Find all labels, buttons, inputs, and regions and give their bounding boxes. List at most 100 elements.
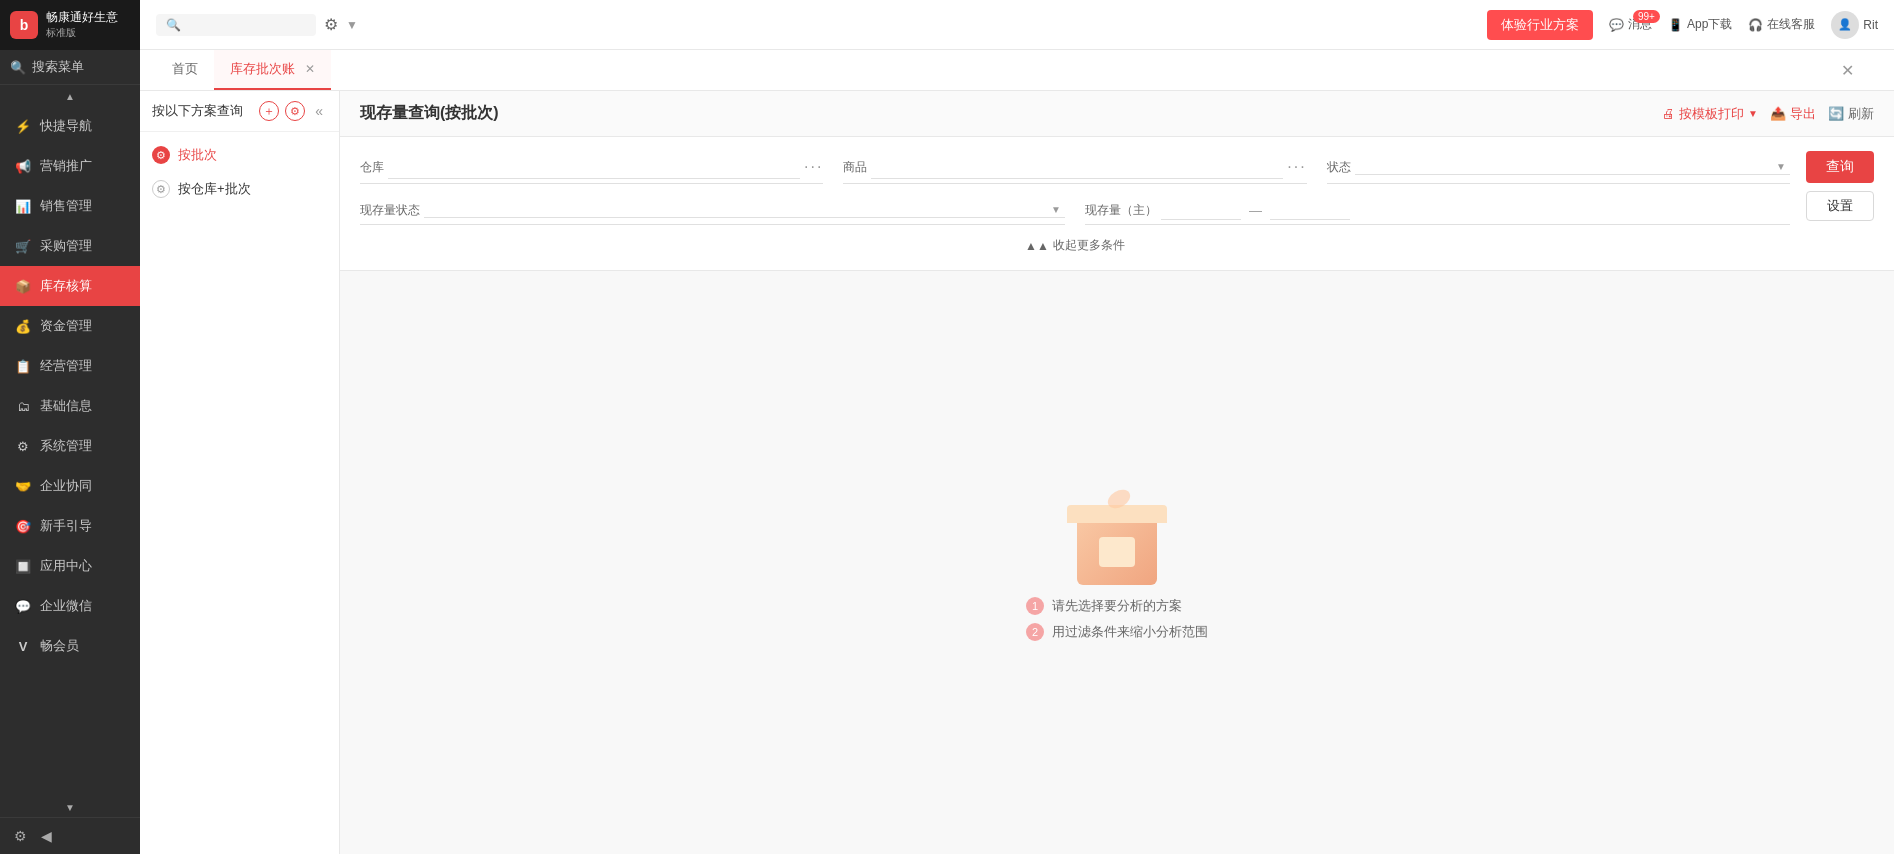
tab-close-icon[interactable]: ✕ xyxy=(305,62,315,76)
quick-nav-icon: ⚡ xyxy=(14,117,32,135)
tab-label: 库存批次账 xyxy=(230,61,295,76)
empty-hint-1: 1 请先选择要分析的方案 xyxy=(1026,597,1208,615)
add-scheme-icon[interactable]: ＋ xyxy=(259,101,279,121)
sidebar-item-newbie[interactable]: 🎯 新手引导 xyxy=(0,506,140,546)
sidebar-item-system[interactable]: ⚙ 系统管理 xyxy=(0,426,140,466)
main-area: 🔍 ⚙ ▼ 体验行业方案 💬 消息 99+ 📱 App下载 🎧 在线客服 xyxy=(140,0,1894,854)
app-download-icon: 📱 xyxy=(1668,18,1683,32)
settings-scheme-icon[interactable]: ⚙ xyxy=(285,101,305,121)
sidebar-item-operation[interactable]: 📋 经营管理 xyxy=(0,346,140,386)
hint-num-1: 1 xyxy=(1026,597,1044,615)
avatar: 👤 xyxy=(1831,11,1859,39)
operation-icon: 📋 xyxy=(14,357,32,375)
topbar-search[interactable]: 🔍 xyxy=(156,14,316,36)
filter-area: 仓库 ··· 商品 ··· xyxy=(340,137,1894,271)
scheme-item-label: 按批次 xyxy=(178,146,217,164)
topbar-search-icon: 🔍 xyxy=(166,18,181,32)
query-button[interactable]: 查询 xyxy=(1806,151,1874,183)
online-service-item[interactable]: 🎧 在线客服 xyxy=(1748,16,1815,33)
sidebar-item-label: 应用中心 xyxy=(40,557,92,575)
sidebar-item-label: 基础信息 xyxy=(40,397,92,415)
filter-row-1: 仓库 ··· 商品 ··· xyxy=(360,151,1790,184)
topbar-actions: 体验行业方案 💬 消息 99+ 📱 App下载 🎧 在线客服 👤 Rit xyxy=(1487,10,1878,40)
stock-status-select[interactable]: ▼ xyxy=(424,202,1065,218)
export-button[interactable]: 📤 导出 xyxy=(1770,105,1816,123)
page-content: 按以下方案查询 ＋ ⚙ « ⚙ 按批次 ⚙ 按仓库+批次 xyxy=(140,91,1894,854)
status-select[interactable]: ▼ xyxy=(1355,159,1790,175)
filter-goods: 商品 ··· xyxy=(843,151,1306,184)
user-name: Rit xyxy=(1863,18,1878,32)
tab-home[interactable]: 首页 xyxy=(156,50,214,90)
trial-button[interactable]: 体验行业方案 xyxy=(1487,10,1593,40)
headset-icon: 🎧 xyxy=(1748,18,1763,32)
apps-icon: 🔲 xyxy=(14,557,32,575)
online-service-label: 在线客服 xyxy=(1767,16,1815,33)
sidebar-item-inventory[interactable]: 📦 库存核算 xyxy=(0,266,140,306)
sidebar-scroll-up[interactable]: ▲ xyxy=(0,85,140,106)
hint-text-2: 用过滤条件来缩小分析范围 xyxy=(1052,623,1208,641)
sidebar-item-quick-nav[interactable]: ⚡ 快捷导航 xyxy=(0,106,140,146)
finance-icon: 💰 xyxy=(14,317,32,335)
stock-status-arrow-icon: ▼ xyxy=(1051,204,1061,215)
print-label: 按模板打印 xyxy=(1679,105,1744,123)
stock-main-label: 现存量（主） xyxy=(1085,202,1157,219)
sidebar: b 畅康通好生意 标准版 🔍 搜索菜单 ▲ ⚡ 快捷导航 📢 营销推广 📊 销售… xyxy=(0,0,140,854)
sidebar-search[interactable]: 🔍 搜索菜单 xyxy=(0,50,140,85)
scheme-header-actions: ＋ ⚙ « xyxy=(259,101,327,121)
sidebar-scroll-down[interactable]: ▼ xyxy=(0,796,140,817)
user-item[interactable]: 👤 Rit xyxy=(1831,11,1878,39)
app-download-item[interactable]: 📱 App下载 xyxy=(1668,16,1732,33)
warehouse-label: 仓库 xyxy=(360,159,384,176)
settings-button[interactable]: 设置 xyxy=(1806,191,1874,221)
warehouse-more-icon[interactable]: ··· xyxy=(804,158,823,176)
sidebar-item-collab[interactable]: 🤝 企业协同 xyxy=(0,466,140,506)
status-arrow-icon: ▼ xyxy=(1776,161,1786,172)
app-version: 标准版 xyxy=(46,26,118,40)
chevron-down-icon[interactable]: ▼ xyxy=(346,18,358,32)
empty-box-face xyxy=(1099,537,1135,567)
sidebar-item-label: 营销推广 xyxy=(40,157,92,175)
stock-main-min-input[interactable] xyxy=(1161,200,1241,220)
refresh-button[interactable]: 🔄 刷新 xyxy=(1828,105,1874,123)
tab-close-global-icon[interactable]: ✕ xyxy=(1841,61,1854,80)
sidebar-item-label: 新手引导 xyxy=(40,517,92,535)
filter-stock-main: 现存量（主） — xyxy=(1085,196,1790,225)
filter-content: 仓库 ··· 商品 ··· xyxy=(360,151,1874,260)
topbar: 🔍 ⚙ ▼ 体验行业方案 💬 消息 99+ 📱 App下载 🎧 在线客服 xyxy=(140,0,1894,50)
footer-settings-icon[interactable]: ⚙ xyxy=(14,828,27,844)
print-button[interactable]: 🖨 按模板打印 ▼ xyxy=(1662,105,1758,123)
footer-collapse-icon[interactable]: ◀ xyxy=(41,828,52,844)
goods-input[interactable] xyxy=(871,155,1283,179)
refresh-icon: 🔄 xyxy=(1828,106,1844,121)
settings-icon[interactable]: ⚙ xyxy=(324,15,338,34)
panel-collapse-icon[interactable]: « xyxy=(311,101,327,121)
warehouse-input[interactable] xyxy=(388,155,800,179)
app-logo: b xyxy=(10,11,38,39)
app-download-label: App下载 xyxy=(1687,16,1732,33)
sidebar-item-member[interactable]: V 畅会员 xyxy=(0,626,140,666)
scheme-list: ⚙ 按批次 ⚙ 按仓库+批次 xyxy=(140,132,339,854)
sidebar-item-apps[interactable]: 🔲 应用中心 xyxy=(0,546,140,586)
message-item[interactable]: 💬 消息 99+ xyxy=(1609,16,1652,33)
goods-more-icon[interactable]: ··· xyxy=(1287,158,1306,176)
filter-collapse[interactable]: ▲▲ 收起更多条件 xyxy=(360,231,1790,260)
sidebar-item-marketing[interactable]: 📢 营销推广 xyxy=(0,146,140,186)
scheme-dot-inactive: ⚙ xyxy=(152,180,170,198)
sidebar-item-label: 经营管理 xyxy=(40,357,92,375)
sidebar-item-finance[interactable]: 💰 资金管理 xyxy=(0,306,140,346)
scheme-item-by-warehouse-batch[interactable]: ⚙ 按仓库+批次 xyxy=(140,172,339,206)
member-icon: V xyxy=(14,637,32,655)
sidebar-item-label: 资金管理 xyxy=(40,317,92,335)
scheme-item-by-batch[interactable]: ⚙ 按批次 xyxy=(140,138,339,172)
stock-status-label: 现存量状态 xyxy=(360,202,420,219)
sidebar-item-sales[interactable]: 📊 销售管理 xyxy=(0,186,140,226)
tab-inventory-batch[interactable]: 库存批次账 ✕ xyxy=(214,50,331,90)
stock-main-max-input[interactable] xyxy=(1270,200,1350,220)
page-title-actions: 🖨 按模板打印 ▼ 📤 导出 🔄 刷新 xyxy=(1662,105,1874,123)
sidebar-item-wechat[interactable]: 💬 企业微信 xyxy=(0,586,140,626)
scheme-title: 按以下方案查询 xyxy=(152,102,243,120)
filter-warehouse: 仓库 ··· xyxy=(360,151,823,184)
sidebar-item-purchase[interactable]: 🛒 采购管理 xyxy=(0,226,140,266)
sidebar-item-basic[interactable]: 🗂 基础信息 xyxy=(0,386,140,426)
message-icon: 💬 xyxy=(1609,18,1624,32)
